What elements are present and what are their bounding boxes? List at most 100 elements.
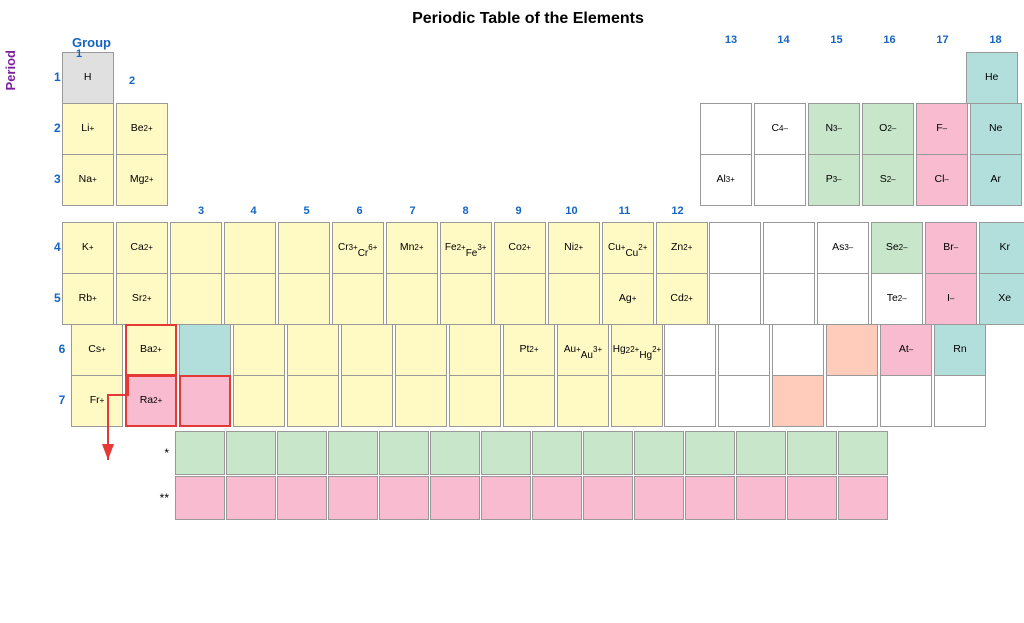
lanthanide-14 [838,431,888,475]
element-Ne: Ne [970,103,1022,155]
element-N: N3– [808,103,860,155]
actinide-11 [685,476,735,520]
period-label: Period [3,50,18,90]
element-Og [934,375,986,427]
element-Se: Se2– [871,222,923,274]
element-Cr: Cr3+Cr6+ [332,222,384,274]
actinide-12 [736,476,786,520]
actinide-13 [787,476,837,520]
element-Sg [341,375,393,427]
element-Mo [332,273,384,325]
element-Ts [880,375,932,427]
lanthanide-9 [583,431,633,475]
element-col14-p3 [754,154,806,206]
element-Mg: Mg2+ [116,154,168,206]
actinide-10 [634,476,684,520]
element-W [341,324,393,376]
element-Sr: Sr2+ [116,273,168,325]
lanthanide-12 [736,431,786,475]
element-Cs: Cs+ [71,324,123,376]
lanthanide-6 [430,431,480,475]
element-Ac-series [179,375,231,427]
element-Fe: Fe2+Fe3+ [440,222,492,274]
lanthanide-2 [226,431,276,475]
page-wrapper: Period Periodic Table of the Elements Gr… [0,0,1024,623]
actinide-7 [481,476,531,520]
element-V [278,222,330,274]
element-Ar: Ar [970,154,1022,206]
element-Ru [440,273,492,325]
element-Fr: Fr+ [71,375,123,427]
lanthanide-10 [634,431,684,475]
element-Ga [709,222,761,274]
actinide-4 [328,476,378,520]
period-num-2: 2 [54,103,61,153]
element-Ba: Ba2+ [125,324,177,376]
element-Kr: Kr [979,222,1024,274]
element-Rf [233,375,285,427]
element-Au: Au+Au3+ [557,324,609,376]
period-num-6: 6 [54,324,70,374]
lanthanide-7 [481,431,531,475]
element-Re [395,324,447,376]
lanthanide-5 [379,431,429,475]
actinide-14 [838,476,888,520]
actinide-2 [226,476,276,520]
period-num-4: 4 [54,222,61,272]
element-Po [826,324,878,376]
element-Bh [395,375,447,427]
element-Lv [826,375,878,427]
element-Xe: Xe [979,273,1024,325]
lanthanide-4 [328,431,378,475]
element-Db [287,375,339,427]
element-Y [170,273,222,325]
element-Cu: Cu+Cu2+ [602,222,654,274]
lanthanide-label: * [74,446,174,460]
lanthanide-3 [277,431,327,475]
actinide-1 [175,476,225,520]
element-Cl: Cl– [916,154,968,206]
element-Nb [278,273,330,325]
element-Tl [664,324,716,376]
actinide-label: ** [74,491,174,505]
element-Al: Al3+ [700,154,752,206]
actinide-8 [532,476,582,520]
element-C: C4– [754,103,806,155]
element-Ge [763,222,815,274]
element-Rb: Rb+ [62,273,114,325]
element-P: P3– [808,154,860,206]
lanthanide-11 [685,431,735,475]
element-Rh [494,273,546,325]
element-As: As3– [817,222,869,274]
element-Tc [386,273,438,325]
actinide-9 [583,476,633,520]
group-num-2: 2 [106,75,158,87]
element-I: I– [925,273,977,325]
element-Mn: Mn2+ [386,222,438,274]
element-Bi [772,324,824,376]
element-Sb [817,273,869,325]
element-Zr [224,273,276,325]
element-col13-p2 [700,103,752,155]
element-Br: Br– [925,222,977,274]
element-Co: Co2+ [494,222,546,274]
lanthanide-1 [175,431,225,475]
period-num-7: 7 [54,375,70,425]
lanthanide-13 [787,431,837,475]
element-Ti [224,222,276,274]
element-Nh [664,375,716,427]
element-Ra: Ra2+ [125,375,177,427]
actinide-3 [277,476,327,520]
element-K: K+ [62,222,114,274]
element-Rn: Rn [934,324,986,376]
element-Be: Be2+ [116,103,168,155]
element-Na: Na+ [62,154,114,206]
lanthanide-8 [532,431,582,475]
element-Ni: Ni2+ [548,222,600,274]
element-Ta [287,324,339,376]
element-S: S2– [862,154,914,206]
element-Pb [718,324,770,376]
element-Rg [611,375,663,427]
element-Sn [763,273,815,325]
element-Te: Te2– [871,273,923,325]
